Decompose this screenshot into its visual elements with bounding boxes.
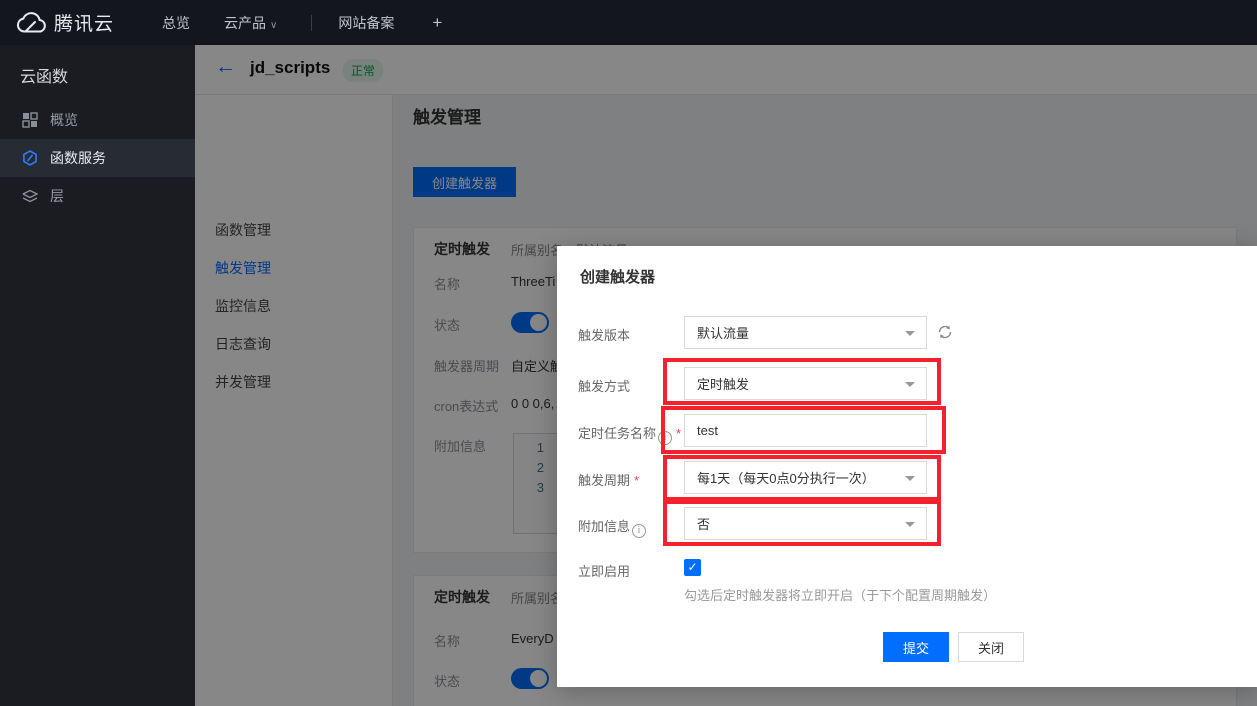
required-asterisk: *: [676, 426, 681, 441]
trigger-period-label: 触发周期*: [578, 470, 639, 489]
chevron-down-icon: [905, 331, 915, 336]
submit-button[interactable]: 提交: [883, 632, 949, 662]
required-asterisk: *: [634, 473, 639, 488]
hexagon-function-icon: [22, 150, 38, 166]
brand-name: 腾讯云: [54, 9, 114, 36]
enable-now-checkbox[interactable]: ✓: [684, 559, 701, 576]
extra-info-label: 附加信息i: [578, 516, 646, 538]
nav-cloud-products[interactable]: 云产品∨: [224, 13, 277, 33]
trigger-type-select-value: 定时触发: [697, 374, 749, 393]
nav-overview[interactable]: 总览: [162, 13, 190, 33]
add-tab-icon[interactable]: +: [432, 13, 442, 33]
close-button[interactable]: 关闭: [958, 632, 1024, 662]
info-icon[interactable]: i: [632, 524, 646, 538]
nav-icp[interactable]: 网站备案: [338, 13, 394, 33]
task-name-input[interactable]: [684, 414, 927, 447]
enable-helper-text: 勾选后定时触发器将立即开启（于下个配置周期触发）: [684, 585, 996, 604]
sidebar-item-label: 概览: [50, 110, 78, 130]
trigger-type-label: 触发方式: [578, 376, 630, 395]
refresh-icon[interactable]: [937, 324, 953, 340]
enable-now-label: 立即启用: [578, 561, 630, 580]
create-trigger-modal: 创建触发器 触发版本 默认流量 触发方式 定时触发 定时任务名称i* 触发周期*…: [557, 246, 1257, 687]
nav-divider: [311, 15, 312, 31]
sidebar-item-label: 函数服务: [50, 148, 106, 168]
page-root: 腾讯云 总览 云产品∨ 网站备案 + 云函数 概览 函数服务: [0, 0, 1257, 706]
modal-title: 创建触发器: [580, 266, 655, 287]
product-title: 云函数: [0, 45, 195, 101]
trigger-type-select[interactable]: 定时触发: [684, 367, 927, 400]
sidebar-item-layers[interactable]: 层: [0, 177, 195, 215]
sidebar-item-function-service[interactable]: 函数服务: [0, 139, 195, 177]
extra-info-select-value: 否: [697, 514, 710, 533]
info-icon[interactable]: i: [658, 431, 672, 445]
version-select-value: 默认流量: [697, 323, 749, 342]
tencent-cloud-logo[interactable]: 腾讯云: [16, 9, 114, 36]
chevron-down-icon: ∨: [270, 20, 277, 31]
trigger-period-select[interactable]: 每1天（每天0点0分执行一次）: [684, 461, 927, 494]
trigger-period-select-value: 每1天（每天0点0分执行一次）: [697, 468, 875, 487]
sidebar-item-label: 层: [50, 186, 64, 206]
chevron-down-icon: [905, 382, 915, 387]
top-navbar: 腾讯云 总览 云产品∨ 网站备案 +: [0, 0, 1257, 45]
grid-icon: [22, 112, 38, 128]
sidebar-item-overview[interactable]: 概览: [0, 101, 195, 139]
version-label: 触发版本: [578, 325, 630, 344]
chevron-down-icon: [905, 476, 915, 481]
chevron-down-icon: [905, 522, 915, 527]
cloud-logo-icon: [16, 12, 46, 34]
top-nav-items: 总览 云产品∨ 网站备案 +: [162, 13, 442, 33]
extra-info-select[interactable]: 否: [684, 507, 927, 540]
version-select[interactable]: 默认流量: [684, 316, 927, 349]
task-name-label: 定时任务名称i*: [578, 423, 681, 445]
left-sidebar: 云函数 概览 函数服务 层: [0, 45, 195, 706]
layers-icon: [22, 188, 38, 204]
